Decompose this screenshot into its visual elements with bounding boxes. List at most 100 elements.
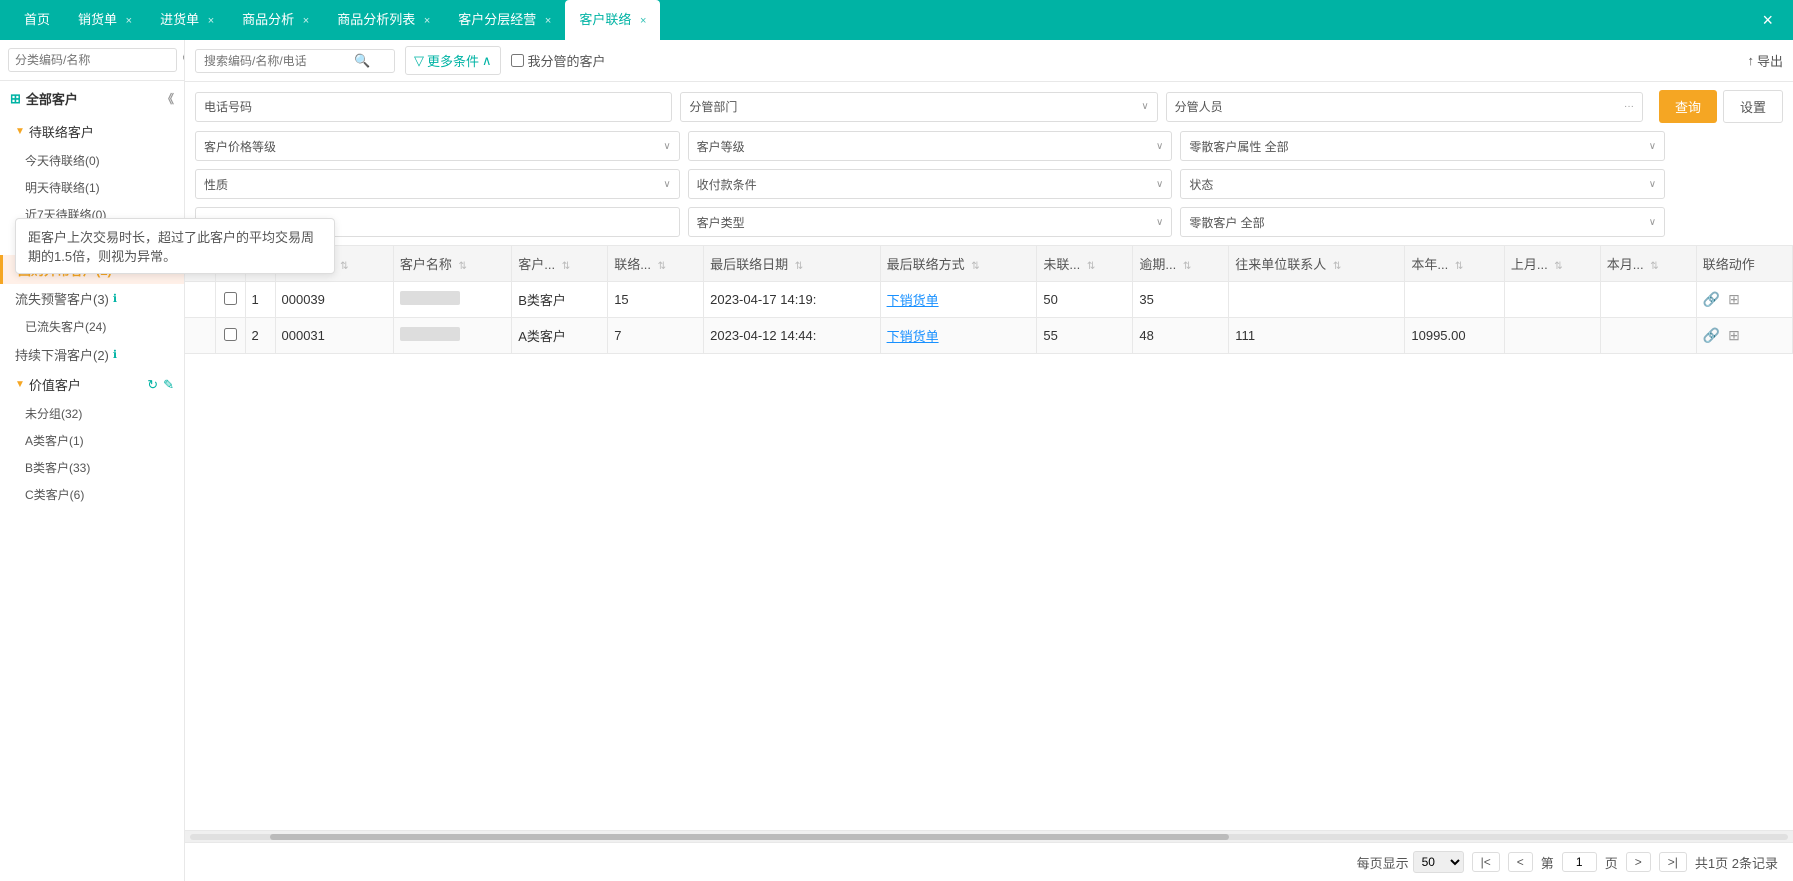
col-last-date[interactable]: 最后联络日期 ⇅ [704, 246, 880, 282]
filter-person[interactable]: 分管人员 ··· [1166, 92, 1643, 122]
partner-sort-icon: ⇅ [1333, 261, 1341, 272]
tooltip-text: 距客户上次交易时长，超过了此客户的平均交易周期的1.5倍，则视为异常。 [28, 230, 314, 264]
filter-toolbar: 🔍 ▽ 更多条件 ∧ 我分管的客户 ↑ 导出 [185, 40, 1793, 82]
content-area: 🔍 ▽ 更多条件 ∧ 我分管的客户 ↑ 导出 电话号码 [185, 40, 1793, 881]
sidebar-item-class-c[interactable]: C类客户(6) [0, 481, 184, 508]
nav-item-customer-contact[interactable]: 客户联络 × [565, 0, 660, 40]
sidebar-item-unclassified[interactable]: 未分组(32) [0, 400, 184, 427]
col-type[interactable]: 客户... ⇅ [512, 246, 608, 282]
lost-warning-label: 流失预警客户(3) [15, 289, 109, 308]
nav-item-home[interactable]: 首页 [10, 0, 64, 40]
edit-icon[interactable]: ✎ [163, 377, 174, 393]
sidebar-item-declining[interactable]: 持续下滑客户(2) ℹ [0, 340, 184, 369]
col-partner-contact[interactable]: 往来单位联系人 ⇅ [1229, 246, 1405, 282]
pending-contact-group-title[interactable]: ▼ 待联络客户 [0, 116, 184, 147]
sidebar-item-today[interactable]: 今天待联络(0) [0, 147, 184, 174]
filter-search-input[interactable] [204, 54, 354, 68]
nav-item-analysis-list[interactable]: 商品分析列表 × [323, 0, 444, 40]
close-contact-icon[interactable]: × [640, 15, 646, 27]
col-this-month[interactable]: 本月... ⇅ [1600, 246, 1696, 282]
table-row: 1 000039 B类客户 15 2023-04-17 14:19: 下销货单 … [185, 282, 1793, 318]
close-analysis-list-icon[interactable]: × [424, 15, 430, 27]
person-label: 分管人员 [1175, 98, 1223, 115]
col-overdue[interactable]: 逾期... ⇅ [1133, 246, 1229, 282]
close-purchase-icon[interactable]: × [208, 15, 214, 27]
row1-checkbox[interactable] [224, 292, 237, 305]
export-button[interactable]: ↑ 导出 [1747, 51, 1783, 70]
col-last-method[interactable]: 最后联络方式 ⇅ [880, 246, 1037, 282]
nav-item-customer-tier[interactable]: 客户分层经营 × [444, 0, 565, 40]
filter-search-box: 🔍 [195, 49, 395, 73]
row2-method-link[interactable]: 下销货单 [887, 329, 939, 344]
row2-overdue: 48 [1133, 318, 1229, 354]
nav-item-purchase[interactable]: 进货单 × [146, 0, 228, 40]
my-customers-checkbox[interactable] [511, 54, 524, 67]
uncontacted-sort-icon: ⇅ [1087, 261, 1095, 272]
row2-type: A类客户 [512, 318, 608, 354]
row1-grid-icon[interactable]: ⊞ [1728, 291, 1740, 308]
filter-status[interactable]: 状态 ∨ [1180, 169, 1665, 199]
page-first-button[interactable]: |< [1472, 852, 1500, 872]
filter-scattered-attr[interactable]: 零散客户属性 全部 ∨ [1180, 131, 1665, 161]
filter-more-button[interactable]: ▽ 更多条件 ∧ [405, 46, 501, 75]
col-uncontacted[interactable]: 未联... ⇅ [1037, 246, 1133, 282]
filter-dept[interactable]: 分管部门 ∨ [680, 92, 1157, 122]
row2-last-method[interactable]: 下销货单 [880, 318, 1037, 354]
value-customers-group-title[interactable]: ▼ 价值客户 ↻ ✎ [0, 369, 184, 400]
pending-arrow-icon: ▼ [15, 126, 25, 137]
per-page-label: 每页显示 [1357, 853, 1409, 872]
close-tier-icon[interactable]: × [545, 15, 551, 27]
filter-search-icon[interactable]: 🔍 [354, 53, 370, 69]
customer-grade-label: 客户等级 [697, 138, 745, 155]
filter-phone[interactable]: 电话号码 [195, 92, 672, 122]
this-month-sort-icon: ⇅ [1650, 261, 1658, 272]
close-analysis-icon[interactable]: × [303, 15, 309, 27]
row2-grid-icon[interactable]: ⊞ [1728, 327, 1740, 344]
col-contact[interactable]: 联络... ⇅ [608, 246, 704, 282]
refresh-icon[interactable]: ↻ [147, 377, 158, 393]
filter-nature[interactable]: 性质 ∨ [195, 169, 680, 199]
page-input[interactable] [1562, 852, 1597, 872]
row2-index: 2 [245, 318, 275, 354]
page-prev-button[interactable]: < [1508, 852, 1533, 872]
my-customers-checkbox-area: 我分管的客户 [511, 51, 606, 70]
close-sales-icon[interactable]: × [126, 15, 132, 27]
sidebar-item-class-b[interactable]: B类客户(33) [0, 454, 184, 481]
page-last-button[interactable]: >| [1659, 852, 1687, 872]
sidebar-collapse-button[interactable]: 《 [162, 90, 174, 107]
filter-row-4: ··· 客户类型 ∨ 零散客户 全部 ∨ [195, 207, 1783, 237]
page-next-button[interactable]: > [1626, 852, 1651, 872]
horizontal-scrollbar[interactable] [185, 830, 1793, 842]
row2-link-icon[interactable]: 🔗 [1703, 327, 1720, 344]
filter-scattered[interactable]: 零散客户 全部 ∨ [1180, 207, 1665, 237]
sidebar-item-already-lost[interactable]: 已流失客户(24) [0, 313, 184, 340]
row1-method-link[interactable]: 下销货单 [887, 293, 939, 308]
row2-checkbox[interactable] [224, 328, 237, 341]
settings-button[interactable]: 设置 [1723, 90, 1783, 123]
col-name[interactable]: 客户名称 ⇅ [393, 246, 511, 282]
scrollbar-thumb[interactable] [270, 834, 1229, 840]
filter-customer-type[interactable]: 客户类型 ∨ [688, 207, 1173, 237]
contact-sort-icon: ⇅ [658, 261, 666, 272]
nav-item-analysis[interactable]: 商品分析 × [228, 0, 323, 40]
filter-customer-grade[interactable]: 客户等级 ∨ [688, 131, 1173, 161]
window-close-button[interactable]: × [1752, 10, 1783, 31]
col-this-year[interactable]: 本年... ⇅ [1405, 246, 1504, 282]
filter-payment[interactable]: 收付款条件 ∨ [688, 169, 1173, 199]
sidebar-item-class-a[interactable]: A类客户(1) [0, 427, 184, 454]
sidebar-search-input[interactable] [8, 48, 177, 72]
filter-price-grade[interactable]: 客户价格等级 ∨ [195, 131, 680, 161]
row1-link-icon[interactable]: 🔗 [1703, 291, 1720, 308]
sidebar-item-lost-warning[interactable]: 流失预警客户(3) ℹ [0, 284, 184, 313]
pending-contact-label: 待联络客户 [29, 122, 94, 141]
query-button[interactable]: 查询 [1659, 90, 1717, 123]
pagination-bar: 每页显示 50 100 200 |< < 第 页 > >| 共1页 2条记录 [185, 842, 1793, 881]
more-conditions-label: 更多条件 [427, 51, 479, 70]
row1-last-method[interactable]: 下销货单 [880, 282, 1037, 318]
nav-item-sales[interactable]: 销货单 × [64, 0, 146, 40]
customer-grade-arrow: ∨ [1156, 141, 1163, 152]
person-more-icon[interactable]: ··· [1624, 101, 1634, 112]
sidebar-item-tomorrow[interactable]: 明天待联络(1) [0, 174, 184, 201]
per-page-select[interactable]: 50 100 200 [1413, 851, 1464, 873]
col-last-month[interactable]: 上月... ⇅ [1504, 246, 1600, 282]
